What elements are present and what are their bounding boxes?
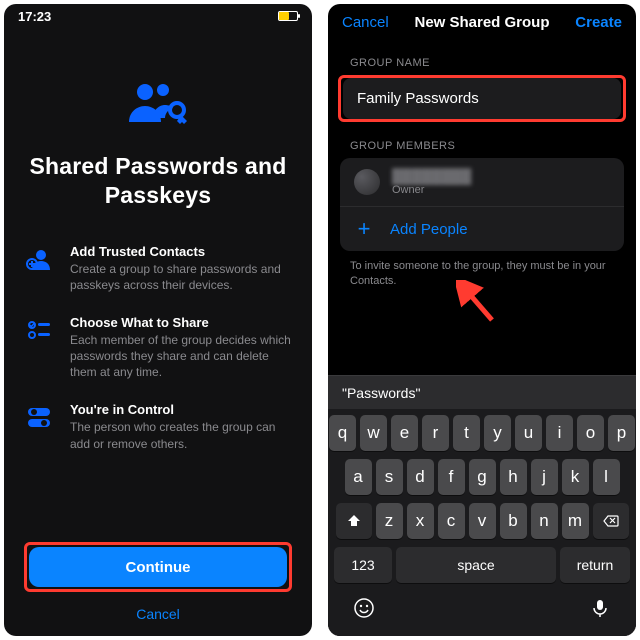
emoji-key[interactable] [353,597,375,624]
key-j[interactable]: j [531,459,558,495]
feature-desc: The person who creates the group can add… [70,419,292,451]
key-i[interactable]: i [546,415,573,451]
checklist-icon [24,315,54,381]
key-c[interactable]: c [438,503,465,539]
key-m[interactable]: m [562,503,589,539]
status-time: 17:23 [18,9,278,24]
key-r[interactable]: r [422,415,449,451]
feature-list: Add Trusted Contacts Create a group to s… [4,244,312,452]
key-s[interactable]: s [376,459,403,495]
feature-title: Add Trusted Contacts [70,244,292,259]
group-members-label: GROUP MEMBERS [328,122,636,158]
key-u[interactable]: u [515,415,542,451]
shift-key[interactable] [336,503,372,539]
dictation-key[interactable] [589,597,611,624]
numbers-key[interactable]: 123 [334,547,392,583]
member-row-owner: ████████ Owner [340,158,624,207]
group-name-input[interactable] [343,78,621,119]
nav-create-button[interactable]: Create [575,14,622,31]
status-icons [278,11,298,21]
add-people-button[interactable]: + Add People [340,207,624,251]
member-role: Owner [392,184,471,196]
member-name: ████████ [392,168,471,184]
key-x[interactable]: x [407,503,434,539]
highlight-continue: Continue [24,542,292,592]
feature-title: Choose What to Share [70,315,292,330]
backspace-key[interactable] [593,503,629,539]
key-y[interactable]: y [484,415,511,451]
key-l[interactable]: l [593,459,620,495]
key-z[interactable]: z [376,503,403,539]
cancel-button[interactable]: Cancel [24,606,292,622]
key-v[interactable]: v [469,503,496,539]
key-t[interactable]: t [453,415,480,451]
key-n[interactable]: n [531,503,558,539]
feature-item: Choose What to Share Each member of the … [24,315,292,381]
key-h[interactable]: h [500,459,527,495]
toggle-icon [24,402,54,451]
space-key[interactable]: space [396,547,556,583]
key-w[interactable]: w [360,415,387,451]
key-p[interactable]: p [608,415,635,451]
key-o[interactable]: o [577,415,604,451]
key-k[interactable]: k [562,459,589,495]
continue-button[interactable]: Continue [29,547,287,587]
key-g[interactable]: g [469,459,496,495]
invite-hint: To invite someone to the group, they mus… [328,251,636,289]
key-q[interactable]: q [329,415,356,451]
keyboard-suggestion[interactable]: "Passwords" [328,375,636,409]
keyboard: "Passwords" qwertyuiop asdfghjkl zxcvbnm… [328,375,636,636]
key-e[interactable]: e [391,415,418,451]
group-name-label: GROUP NAME [328,39,636,75]
battery-icon [278,11,298,21]
feature-item: You're in Control The person who creates… [24,402,292,451]
key-b[interactable]: b [500,503,527,539]
avatar [354,169,380,195]
key-f[interactable]: f [438,459,465,495]
key-d[interactable]: d [407,459,434,495]
status-bar: 17:23 [4,4,312,28]
feature-item: Add Trusted Contacts Create a group to s… [24,244,292,293]
nav-cancel-button[interactable]: Cancel [342,14,389,31]
plus-icon: + [354,219,374,239]
add-people-label: Add People [390,221,468,238]
feature-desc: Each member of the group decides which p… [70,332,292,381]
highlight-group-name [338,75,626,122]
feature-title: You're in Control [70,402,292,417]
feature-desc: Create a group to share passwords and pa… [70,261,292,293]
people-key-icon [123,80,193,130]
group-members-card: ████████ Owner + Add People [340,158,624,251]
add-contact-icon [24,244,54,293]
nav-title: New Shared Group [414,14,549,31]
nav-bar: Cancel New Shared Group Create [328,4,636,39]
key-a[interactable]: a [345,459,372,495]
new-group-screen: Cancel New Shared Group Create GROUP NAM… [328,4,636,636]
return-key[interactable]: return [560,547,630,583]
page-title: Shared Passwords and Passkeys [4,152,312,210]
intro-screen: 17:23 Shared Passwords and Passkeys Add … [4,4,312,636]
